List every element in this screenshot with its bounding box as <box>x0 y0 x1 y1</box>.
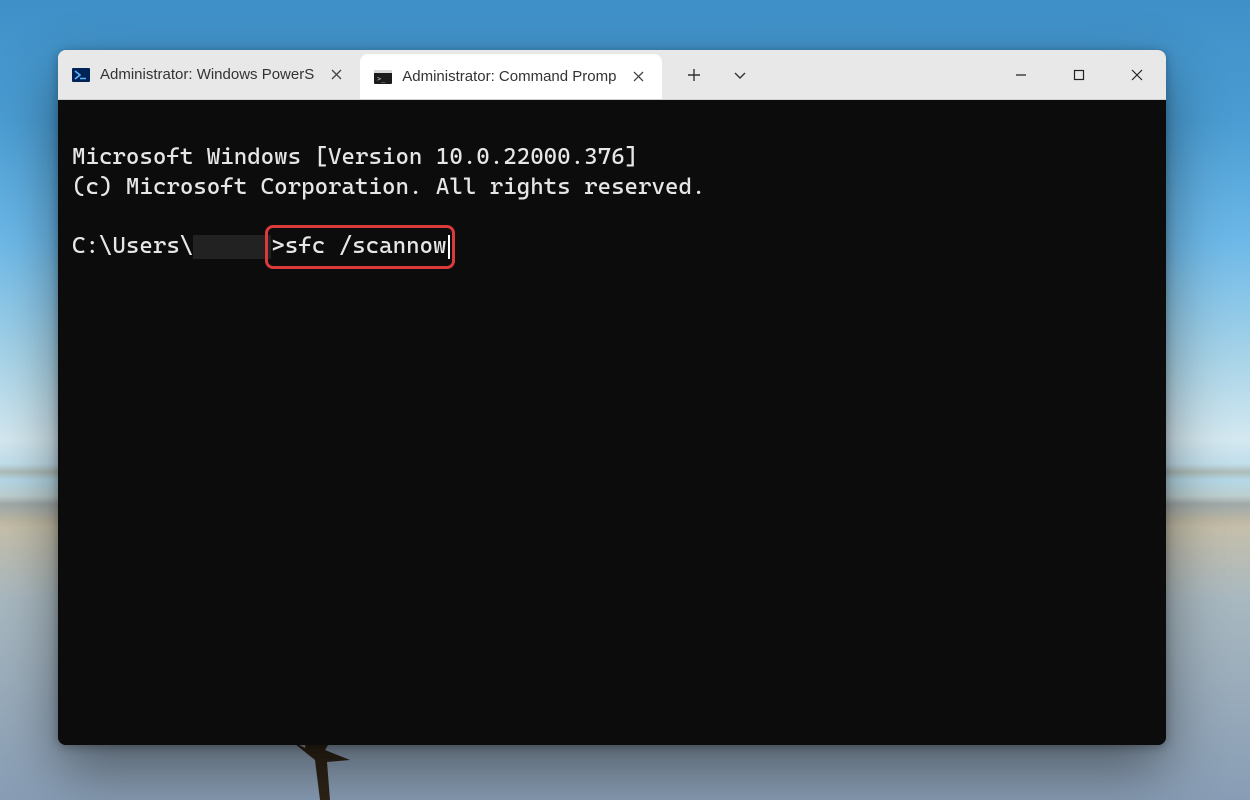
text-cursor <box>448 235 450 259</box>
banner-line: Microsoft Windows [Version 10.0.22000.37… <box>72 144 638 170</box>
minimize-button[interactable] <box>992 50 1050 100</box>
command-text: sfc /scannow <box>285 233 447 259</box>
redacted-username <box>193 235 271 259</box>
maximize-icon <box>1073 69 1085 81</box>
close-icon <box>633 71 644 82</box>
titlebar-drag-region[interactable] <box>762 50 992 99</box>
prompt-suffix: > <box>271 233 284 259</box>
prompt-prefix: C:\Users\ <box>72 233 193 259</box>
tab-dropdown-button[interactable] <box>718 50 762 100</box>
terminal-output[interactable]: Microsoft Windows [Version 10.0.22000.37… <box>58 100 1166 745</box>
tab-actions <box>662 50 762 99</box>
minimize-icon <box>1015 69 1027 81</box>
new-tab-button[interactable] <box>672 50 716 100</box>
banner-line: (c) Microsoft Corporation. All rights re… <box>72 174 705 200</box>
close-window-button[interactable] <box>1108 50 1166 100</box>
tab-command-prompt[interactable]: >_ Administrator: Command Promp <box>360 54 662 99</box>
window-controls <box>992 50 1166 99</box>
tab-powershell[interactable]: Administrator: Windows PowerS <box>58 50 360 99</box>
tab-label: Administrator: Windows PowerS <box>100 66 314 83</box>
prompt-line: C:\Users\ >sfc /scannow <box>72 233 450 259</box>
chevron-down-icon <box>733 68 747 82</box>
tab-close-button[interactable] <box>626 65 650 89</box>
powershell-icon <box>72 66 90 84</box>
terminal-window: Administrator: Windows PowerS >_ Adminis… <box>58 50 1166 745</box>
tab-label: Administrator: Command Promp <box>402 68 616 85</box>
titlebar[interactable]: Administrator: Windows PowerS >_ Adminis… <box>58 50 1166 100</box>
cmd-icon: >_ <box>374 68 392 86</box>
close-icon <box>331 69 342 80</box>
tab-close-button[interactable] <box>324 63 348 87</box>
close-icon <box>1131 69 1143 81</box>
maximize-button[interactable] <box>1050 50 1108 100</box>
plus-icon <box>687 68 701 82</box>
svg-text:>_: >_ <box>377 75 386 83</box>
